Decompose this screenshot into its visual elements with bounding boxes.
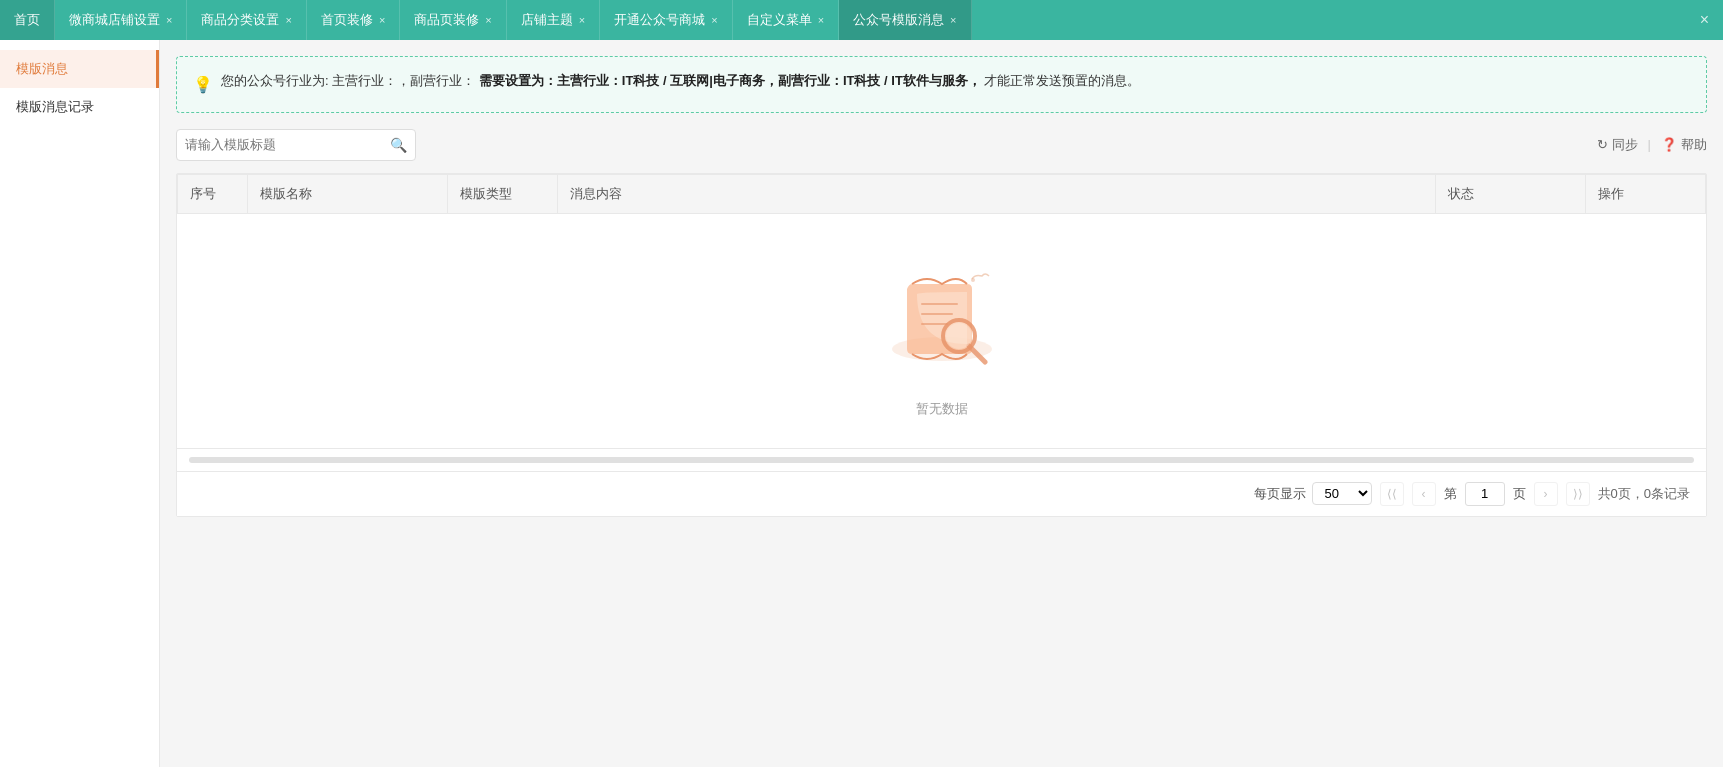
nav-tab-home-decor[interactable]: 首页装修 × <box>307 0 400 40</box>
notice-icon: 💡 <box>193 72 213 98</box>
nav-tab-product-decor-label: 商品页装修 <box>414 11 479 29</box>
nav-tab-wshop-close[interactable]: × <box>166 14 172 26</box>
empty-illustration <box>877 254 1007 384</box>
per-page-label: 每页显示 <box>1254 485 1306 503</box>
nav-tab-home-label: 首页 <box>14 11 40 29</box>
sidebar-item-template-msg[interactable]: 模版消息 <box>0 50 159 88</box>
nav-tab-wshop-label: 微商城店铺设置 <box>69 11 160 29</box>
table-header-row: 序号 模版名称 模版类型 消息内容 状态 <box>178 174 1706 213</box>
col-header-type: 模版类型 <box>448 174 558 213</box>
nav-tab-template-msg-label: 公众号模版消息 <box>853 11 944 29</box>
nav-tab-open-mall-label: 开通公众号商城 <box>614 11 705 29</box>
empty-icon-wrap <box>178 254 1706 384</box>
sync-button[interactable]: ↻ 同步 <box>1597 136 1638 154</box>
col-header-content: 消息内容 <box>558 174 1436 213</box>
current-page-input[interactable] <box>1465 482 1505 506</box>
nav-tab-custom-menu[interactable]: 自定义菜单 × <box>733 0 839 40</box>
nav-tab-open-mall-close[interactable]: × <box>711 14 717 26</box>
nav-tab-custom-menu-label: 自定义菜单 <box>747 11 812 29</box>
empty-state: 暂无数据 <box>178 214 1706 448</box>
search-bar: 🔍 ↻ 同步 | ❓ 帮助 <box>176 129 1707 161</box>
sync-icon: ↻ <box>1597 137 1608 152</box>
nav-tab-shop-theme[interactable]: 店铺主题 × <box>507 0 600 40</box>
nav-tab-category-close[interactable]: × <box>285 14 291 26</box>
sidebar-item-template-record-label: 模版消息记录 <box>16 99 94 114</box>
col-header-status: 状态 <box>1436 174 1586 213</box>
notice-text: 您的公众号行业为: 主营行业：，副营行业： 需要设置为：主营行业：IT科技 / … <box>221 71 1140 92</box>
nav-tab-home[interactable]: 首页 <box>0 0 55 40</box>
table-container: 序号 模版名称 模版类型 消息内容 状态 <box>176 173 1707 517</box>
content-area: 💡 您的公众号行业为: 主营行业：，副营行业： 需要设置为：主营行业：IT科技 … <box>160 40 1723 767</box>
prev-page-button[interactable]: ‹ <box>1412 482 1436 506</box>
horizontal-scrollbar[interactable] <box>189 457 1694 463</box>
last-page-button[interactable]: ⟩⟩ <box>1566 482 1590 506</box>
col-header-name: 模版名称 <box>248 174 448 213</box>
nav-tab-open-mall[interactable]: 开通公众号商城 × <box>600 0 732 40</box>
pagination-total: 共0页，0条记录 <box>1598 485 1690 503</box>
svg-point-7 <box>971 278 975 282</box>
nav-tab-product-decor-close[interactable]: × <box>485 14 491 26</box>
help-label: 帮助 <box>1681 136 1707 154</box>
page-label: 第 <box>1444 485 1457 503</box>
col-header-index: 序号 <box>178 174 248 213</box>
nav-tab-wshop[interactable]: 微商城店铺设置 × <box>55 0 187 40</box>
nav-tab-custom-menu-close[interactable]: × <box>818 14 824 26</box>
next-page-button[interactable]: › <box>1534 482 1558 506</box>
nav-tab-template-msg-close[interactable]: × <box>950 14 956 26</box>
page-size-select[interactable]: 50 20 100 <box>1312 482 1372 505</box>
help-icon: ❓ <box>1661 137 1677 152</box>
main-layout: 模版消息 模版消息记录 💡 您的公众号行业为: 主营行业：，副营行业： 需要设置… <box>0 40 1723 767</box>
scroll-bar-area <box>177 448 1706 471</box>
search-button[interactable]: 🔍 <box>390 137 407 153</box>
sync-label: 同步 <box>1612 136 1638 154</box>
search-input[interactable] <box>185 137 390 152</box>
close-all-button[interactable]: × <box>1686 11 1723 29</box>
empty-text: 暂无数据 <box>178 400 1706 418</box>
per-page-wrap: 每页显示 50 20 100 <box>1254 482 1372 505</box>
notice-box: 💡 您的公众号行业为: 主营行业：，副营行业： 需要设置为：主营行业：IT科技 … <box>176 56 1707 113</box>
search-actions: ↻ 同步 | ❓ 帮助 <box>1597 136 1707 154</box>
top-nav: 首页 微商城店铺设置 × 商品分类设置 × 首页装修 × 商品页装修 × 店铺主… <box>0 0 1723 40</box>
sidebar: 模版消息 模版消息记录 <box>0 40 160 767</box>
nav-tab-shop-theme-close[interactable]: × <box>579 14 585 26</box>
nav-tab-category[interactable]: 商品分类设置 × <box>187 0 306 40</box>
sidebar-item-template-msg-label: 模版消息 <box>16 61 68 76</box>
table-empty-row: 暂无数据 <box>178 213 1706 448</box>
sidebar-item-template-record[interactable]: 模版消息记录 <box>0 88 159 126</box>
search-input-wrap: 🔍 <box>176 129 416 161</box>
pagination-bar: 每页显示 50 20 100 ⟨⟨ ‹ 第 页 › ⟩⟩ 共0页，0条记录 <box>177 471 1706 516</box>
nav-tab-product-decor[interactable]: 商品页装修 × <box>400 0 506 40</box>
svg-point-6 <box>946 323 972 349</box>
nav-tab-home-decor-close[interactable]: × <box>379 14 385 26</box>
data-table: 序号 模版名称 模版类型 消息内容 状态 <box>177 174 1706 448</box>
nav-tab-category-label: 商品分类设置 <box>201 11 279 29</box>
col-header-action: 操作 <box>1586 174 1706 213</box>
nav-tab-template-msg[interactable]: 公众号模版消息 × <box>839 0 971 40</box>
nav-tab-home-decor-label: 首页装修 <box>321 11 373 29</box>
first-page-button[interactable]: ⟨⟨ <box>1380 482 1404 506</box>
page-unit-label: 页 <box>1513 485 1526 503</box>
nav-tab-shop-theme-label: 店铺主题 <box>521 11 573 29</box>
help-button[interactable]: ❓ 帮助 <box>1661 136 1707 154</box>
divider: | <box>1648 137 1651 152</box>
